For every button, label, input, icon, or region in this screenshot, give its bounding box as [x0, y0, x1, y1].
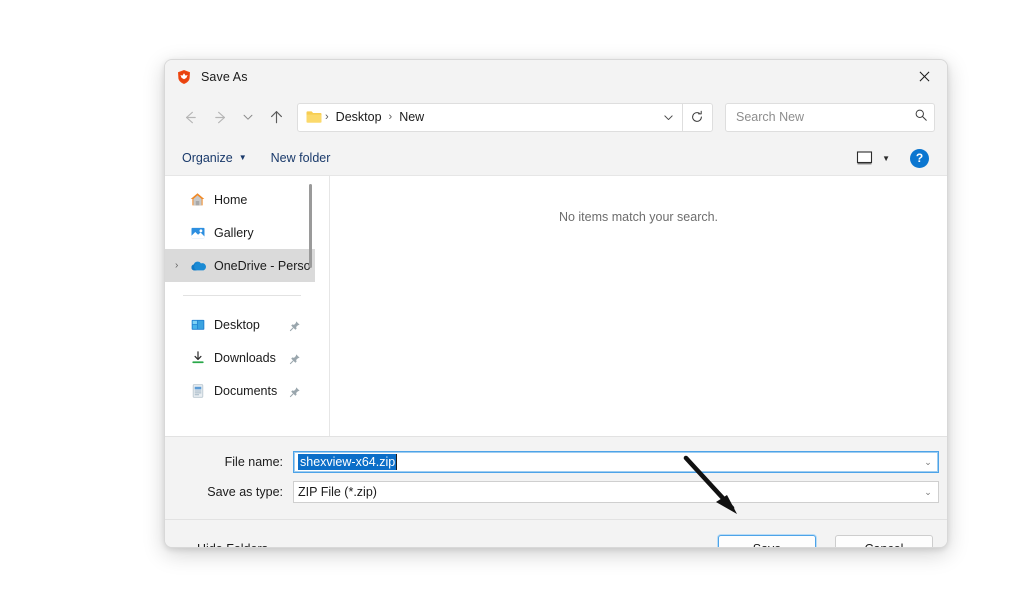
sidebar-item-label: Home	[214, 193, 247, 207]
pin-icon	[289, 385, 301, 397]
cancel-button[interactable]: Cancel	[835, 535, 933, 548]
dialog-body: › Home ›	[165, 175, 947, 436]
downloads-icon	[189, 349, 206, 366]
address-chevron-down-icon[interactable]	[655, 105, 681, 130]
hide-folders-button[interactable]: ︿ Hide Folders	[181, 542, 268, 549]
sidebar-item-home[interactable]: › Home	[165, 183, 315, 216]
recent-locations-chevron-down-icon[interactable]	[235, 102, 261, 132]
breadcrumb-item-desktop[interactable]: Desktop	[330, 110, 388, 124]
chevron-right-icon: ›	[175, 227, 189, 238]
dialog-footer: ︿ Hide Folders Save Cancel	[165, 519, 947, 548]
chevron-down-icon[interactable]: ⌄	[920, 487, 936, 498]
dialog-titlebar: Save As	[165, 60, 947, 93]
save-as-type-label: Save as type:	[165, 485, 293, 499]
sidebar-item-label: Downloads	[214, 351, 276, 365]
search-icon	[914, 108, 928, 127]
arrow-up-icon[interactable]	[261, 102, 291, 132]
new-folder-button[interactable]: New folder	[271, 151, 331, 165]
chevron-up-icon: ︿	[181, 542, 190, 548]
view-layout-icon[interactable]	[856, 151, 873, 166]
search-input[interactable]: Search New	[725, 103, 935, 132]
sidebar-item-downloads[interactable]: › Downloads	[165, 341, 315, 374]
sidebar-item-label: OneDrive - Perso	[214, 259, 311, 273]
address-bar[interactable]: › Desktop › New	[297, 103, 713, 132]
view-chevron-down-icon[interactable]: ▼	[882, 154, 890, 163]
home-icon	[189, 191, 206, 208]
gallery-icon	[189, 224, 206, 241]
chevron-right-icon: ›	[175, 194, 189, 205]
empty-state-message: No items match your search.	[559, 210, 718, 436]
file-name-label: File name:	[165, 455, 293, 469]
new-folder-label: New folder	[271, 151, 331, 165]
save-button[interactable]: Save	[718, 535, 816, 548]
sidebar-scrollbar[interactable]	[309, 184, 312, 268]
sidebar-item-onedrive[interactable]: › OneDrive - Perso	[165, 249, 315, 282]
sidebar-item-gallery[interactable]: › Gallery	[165, 216, 315, 249]
sidebar-divider	[183, 295, 301, 296]
pin-icon	[289, 352, 301, 364]
address-divider	[682, 104, 683, 131]
navigation-sidebar: › Home ›	[165, 176, 315, 436]
chevron-down-icon[interactable]: ⌄	[920, 457, 936, 468]
sidebar-item-documents[interactable]: › Documents	[165, 374, 315, 407]
chevron-down-icon: ▼	[239, 154, 247, 162]
chevron-right-icon[interactable]: ›	[175, 260, 189, 271]
save-as-type-value: ZIP File (*.zip)	[298, 485, 920, 499]
save-as-type-select[interactable]: ZIP File (*.zip) ⌄	[293, 481, 939, 503]
close-icon[interactable]	[902, 60, 947, 92]
desktop-icon	[189, 316, 206, 333]
navigation-bar: › Desktop › New	[165, 93, 947, 141]
command-bar: Organize ▼ New folder ▼ ?	[165, 141, 947, 175]
documents-icon	[189, 382, 206, 399]
save-as-type-row: Save as type: ZIP File (*.zip) ⌄	[165, 481, 947, 503]
search-placeholder: Search New	[736, 110, 914, 124]
arrow-left-icon[interactable]	[175, 102, 205, 132]
file-name-value: shexview-x64.zip	[298, 454, 397, 470]
chevron-right-icon: ›	[175, 352, 189, 363]
folder-icon	[306, 110, 322, 124]
cancel-label: Cancel	[865, 542, 904, 549]
file-name-input[interactable]: shexview-x64.zip ⌄	[293, 451, 939, 473]
breadcrumb-item-new[interactable]: New	[393, 110, 430, 124]
help-label: ?	[916, 151, 923, 165]
file-list-area[interactable]: No items match your search.	[330, 176, 947, 436]
field-area: File name: shexview-x64.zip ⌄ Save as ty…	[165, 436, 947, 519]
pin-icon	[289, 319, 301, 331]
save-label: Save	[753, 542, 782, 549]
sidebar-item-desktop[interactable]: › Desktop	[165, 308, 315, 341]
chevron-right-icon: ›	[175, 319, 189, 330]
hide-folders-label: Hide Folders	[197, 542, 268, 549]
refresh-icon[interactable]	[684, 105, 710, 130]
onedrive-cloud-icon	[189, 257, 206, 274]
sidebar-item-label: Gallery	[214, 226, 254, 240]
dialog-title: Save As	[201, 70, 248, 84]
sidebar-item-label: Desktop	[214, 318, 260, 332]
file-name-row: File name: shexview-x64.zip ⌄	[165, 451, 947, 473]
brave-lion-icon	[176, 69, 192, 85]
organize-label: Organize	[182, 151, 233, 165]
arrow-right-icon[interactable]	[205, 102, 235, 132]
organize-button[interactable]: Organize ▼	[182, 151, 247, 165]
screenshot-root: Save As	[0, 0, 1024, 600]
help-button[interactable]: ?	[910, 149, 929, 168]
chevron-right-icon: ›	[175, 385, 189, 396]
save-as-dialog: Save As	[164, 59, 948, 548]
sidebar-item-label: Documents	[214, 384, 277, 398]
